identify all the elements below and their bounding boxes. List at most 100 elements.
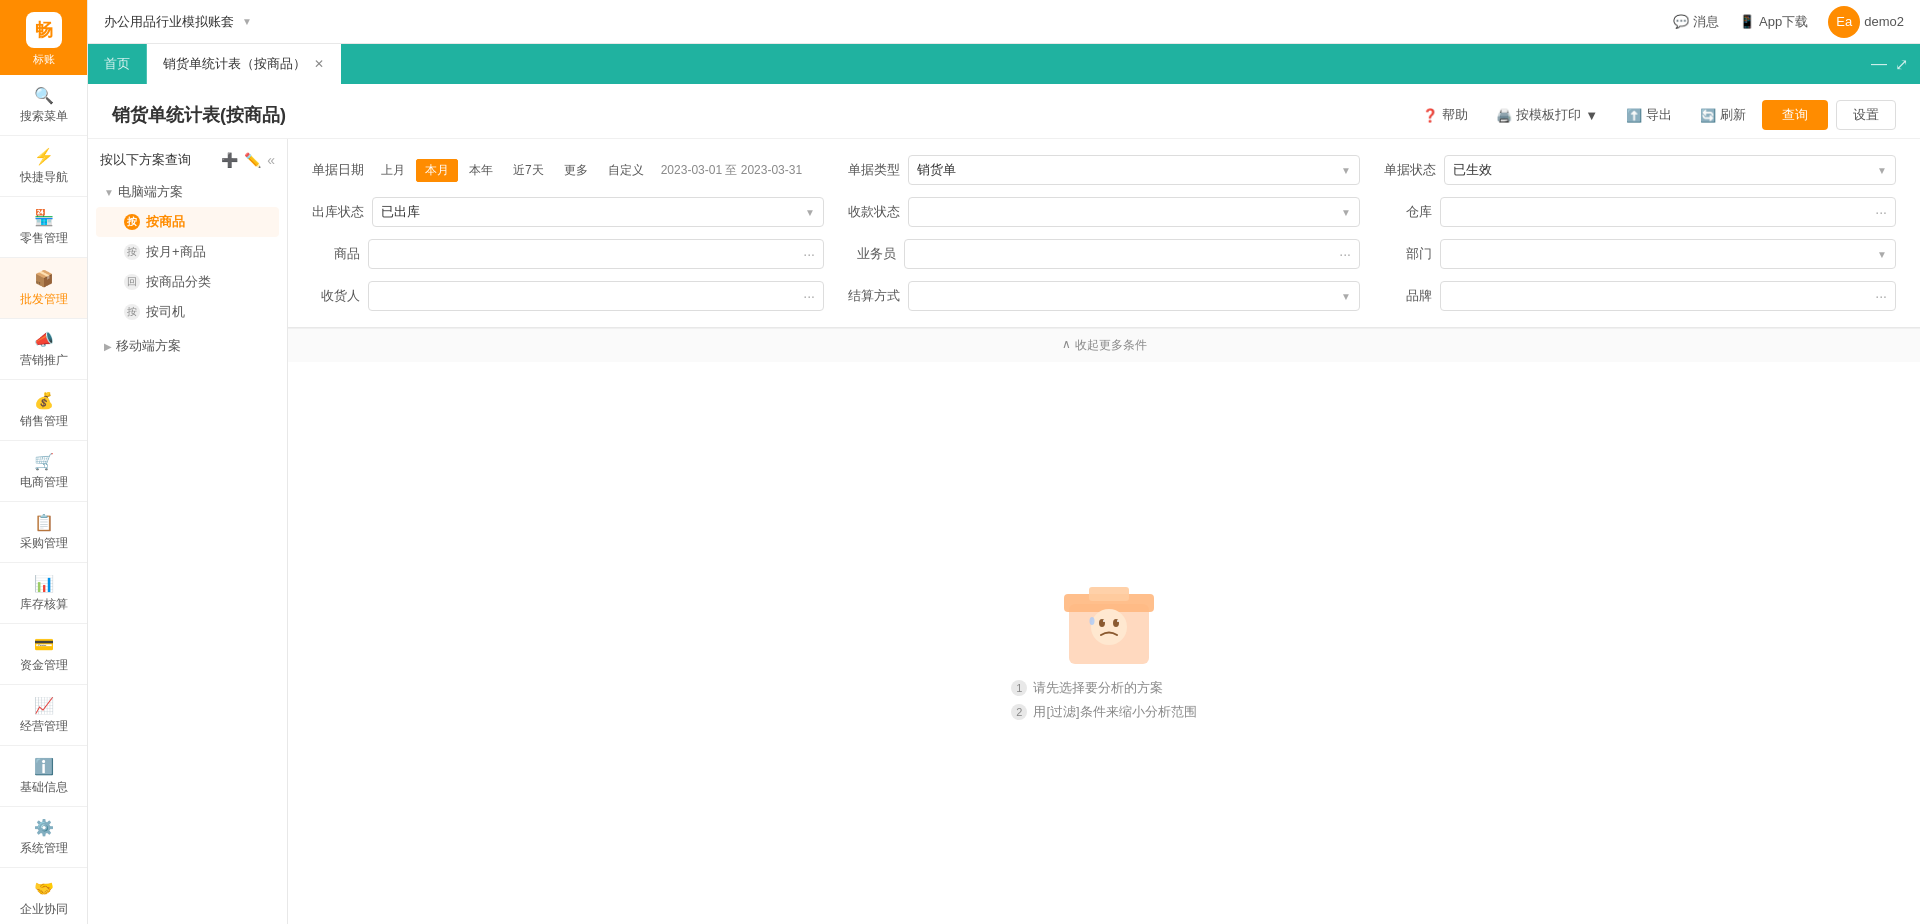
doc-type-control[interactable]: 销货单 ▼ (908, 155, 1360, 185)
tip-num-2: 2 (1011, 704, 1027, 720)
collapse-row[interactable]: ∧ 收起更多条件 (288, 328, 1920, 362)
filter-row-1: 单据日期 上月 本月 本年 近7天 更多 自定义 2023-03-01 至 20… (312, 155, 1896, 185)
date-tab-last-month[interactable]: 上月 (372, 159, 414, 182)
sidebar-item-quicknav[interactable]: ⚡ 快捷导航 (0, 136, 87, 197)
filter-item-warehouse: 仓库 ··· (1384, 197, 1896, 227)
tree-parent-desktop[interactable]: ▼ 电脑端方案 (96, 177, 279, 207)
sidebar-item-finance[interactable]: 💳 资金管理 (0, 624, 87, 685)
sidebar-item-operation[interactable]: 📈 经营管理 (0, 685, 87, 746)
svg-rect-2 (1089, 587, 1129, 601)
doc-type-value: 销货单 (917, 161, 1337, 179)
sidebar-item-label: 搜索菜单 (20, 108, 68, 125)
salesperson-dots-icon: ··· (1339, 246, 1351, 262)
receiver-dots-icon: ··· (803, 288, 815, 304)
out-status-control[interactable]: 已出库 ▼ (372, 197, 824, 227)
app-download-button[interactable]: 📱 App下载 (1739, 13, 1808, 31)
tree-child-label-3: 按商品分类 (146, 273, 211, 291)
settlement-control[interactable]: ▼ (908, 281, 1360, 311)
page-content-row: 按以下方案查询 ➕ ✏️ « ▼ 电脑端方案 按 按商品 (88, 139, 1920, 924)
add-scheme-icon[interactable]: ➕ (221, 152, 238, 168)
left-panel: 按以下方案查询 ➕ ✏️ « ▼ 电脑端方案 按 按商品 (88, 139, 288, 924)
help-icon: ❓ (1422, 108, 1438, 123)
collapse-scheme-icon[interactable]: « (267, 152, 275, 168)
logo-text: 标账 (33, 52, 55, 67)
empty-state: 1 请先选择要分析的方案 2 用[过滤]条件来缩小分析范围 (288, 362, 1920, 924)
tree-child-icon-3: 回 (124, 274, 140, 290)
app-logo[interactable]: 畅 标账 (0, 0, 88, 75)
doc-type-dropdown-icon: ▼ (1341, 165, 1351, 176)
sidebar-item-basic[interactable]: ℹ️ 基础信息 (0, 746, 87, 807)
topbar-left: 办公用品行业模拟账套 ▼ (104, 13, 252, 31)
marketing-icon: 📣 (34, 329, 54, 349)
query-button[interactable]: 查询 (1762, 100, 1828, 130)
doc-status-control[interactable]: 已生效 ▼ (1444, 155, 1896, 185)
sidebar-item-sales[interactable]: 💰 销售管理 (0, 380, 87, 441)
tree-child-by-product[interactable]: 按 按商品 (96, 207, 279, 237)
search-icon: 🔍 (34, 85, 54, 105)
svg-point-8 (1117, 620, 1119, 622)
tree-child-by-category[interactable]: 回 按商品分类 (96, 267, 279, 297)
print-dropdown-icon[interactable]: ▼ (1585, 108, 1598, 123)
brand-control[interactable]: ··· (1440, 281, 1896, 311)
avatar[interactable]: Ea (1828, 6, 1860, 38)
sidebar-item-purchase[interactable]: 📋 采购管理 (0, 502, 87, 563)
filter-item-receiver: 收货人 ··· (312, 281, 824, 311)
topbar-dropdown-icon[interactable]: ▼ (242, 16, 252, 27)
empty-tip-2: 2 用[过滤]条件来缩小分析范围 (1011, 703, 1196, 721)
tree-child-icon-2: 按 (124, 244, 140, 260)
sidebar-item-retail[interactable]: 🏪 零售管理 (0, 197, 87, 258)
receiver-control[interactable]: ··· (368, 281, 824, 311)
messages-button[interactable]: 💬 消息 (1673, 13, 1719, 31)
tree-child-by-month-product[interactable]: 按 按月+商品 (96, 237, 279, 267)
salesperson-control[interactable]: ··· (904, 239, 1360, 269)
user-menu[interactable]: Ea demo2 (1828, 6, 1904, 38)
tree-expand-icon: ▼ (104, 187, 114, 198)
tab-sales-stat[interactable]: 销货单统计表（按商品） ✕ (147, 44, 341, 84)
export-button[interactable]: ⬆️ 导出 (1618, 102, 1680, 128)
refresh-button[interactable]: 🔄 刷新 (1692, 102, 1754, 128)
tree-parent-mobile-label: 移动端方案 (116, 337, 181, 355)
tab-sales-stat-label: 销货单统计表（按商品） (163, 55, 306, 73)
tab-minimize-icon[interactable]: — (1871, 55, 1887, 73)
department-label: 部门 (1384, 245, 1440, 263)
filter-area: 单据日期 上月 本月 本年 近7天 更多 自定义 2023-03-01 至 20… (288, 139, 1920, 328)
ecommerce-icon: 🛒 (34, 451, 54, 471)
sidebar-item-enterprise[interactable]: 🤝 企业协同 (0, 868, 87, 924)
receipt-status-control[interactable]: ▼ (908, 197, 1360, 227)
date-tab-this-year[interactable]: 本年 (460, 159, 502, 182)
department-control[interactable]: ▼ (1440, 239, 1896, 269)
edit-scheme-icon[interactable]: ✏️ (244, 152, 261, 168)
tree-parent-label: 电脑端方案 (118, 183, 183, 201)
enterprise-icon: 🤝 (34, 878, 54, 898)
sidebar-item-system[interactable]: ⚙️ 系统管理 (0, 807, 87, 868)
tip-text-1: 请先选择要分析的方案 (1033, 679, 1163, 697)
tree-child-by-machine[interactable]: 按 按司机 (96, 297, 279, 327)
svg-point-7 (1103, 620, 1105, 622)
warehouse-label: 仓库 (1384, 203, 1440, 221)
tab-maximize-icon[interactable]: ⤢ (1895, 55, 1908, 74)
tab-close-icon[interactable]: ✕ (314, 57, 324, 71)
date-tab-this-month[interactable]: 本月 (416, 159, 458, 182)
refresh-icon: 🔄 (1700, 108, 1716, 123)
print-button[interactable]: 🖨️ 按模板打印 ▼ (1488, 102, 1606, 128)
tree-child-label-2: 按月+商品 (146, 243, 206, 261)
filter-item-product: 商品 ··· (312, 239, 824, 269)
tree-parent-mobile[interactable]: ▶ 移动端方案 (96, 331, 279, 361)
date-tab-last-7-days[interactable]: 近7天 (504, 159, 553, 182)
product-control[interactable]: ··· (368, 239, 824, 269)
settings-button[interactable]: 设置 (1836, 100, 1896, 130)
warehouse-control[interactable]: ··· (1440, 197, 1896, 227)
date-tab-custom[interactable]: 自定义 (599, 159, 653, 182)
sidebar-item-inventory[interactable]: 📊 库存核算 (0, 563, 87, 624)
department-dropdown-icon: ▼ (1877, 249, 1887, 260)
help-button[interactable]: ❓ 帮助 (1414, 102, 1476, 128)
main-area: 办公用品行业模拟账套 ▼ 💬 消息 📱 App下载 Ea demo2 首页 (88, 0, 1920, 924)
date-tab-more[interactable]: 更多 (555, 159, 597, 182)
filter-item-salesperson: 业务员 ··· (848, 239, 1360, 269)
sidebar-item-marketing[interactable]: 📣 营销推广 (0, 319, 87, 380)
sidebar-item-wholesale[interactable]: 📦 批发管理 (0, 258, 87, 319)
tab-home[interactable]: 首页 (88, 44, 147, 84)
sidebar-item-search[interactable]: 🔍 搜索菜单 (0, 75, 87, 136)
sidebar-item-ecommerce[interactable]: 🛒 电商管理 (0, 441, 87, 502)
sales-icon: 💰 (34, 390, 54, 410)
